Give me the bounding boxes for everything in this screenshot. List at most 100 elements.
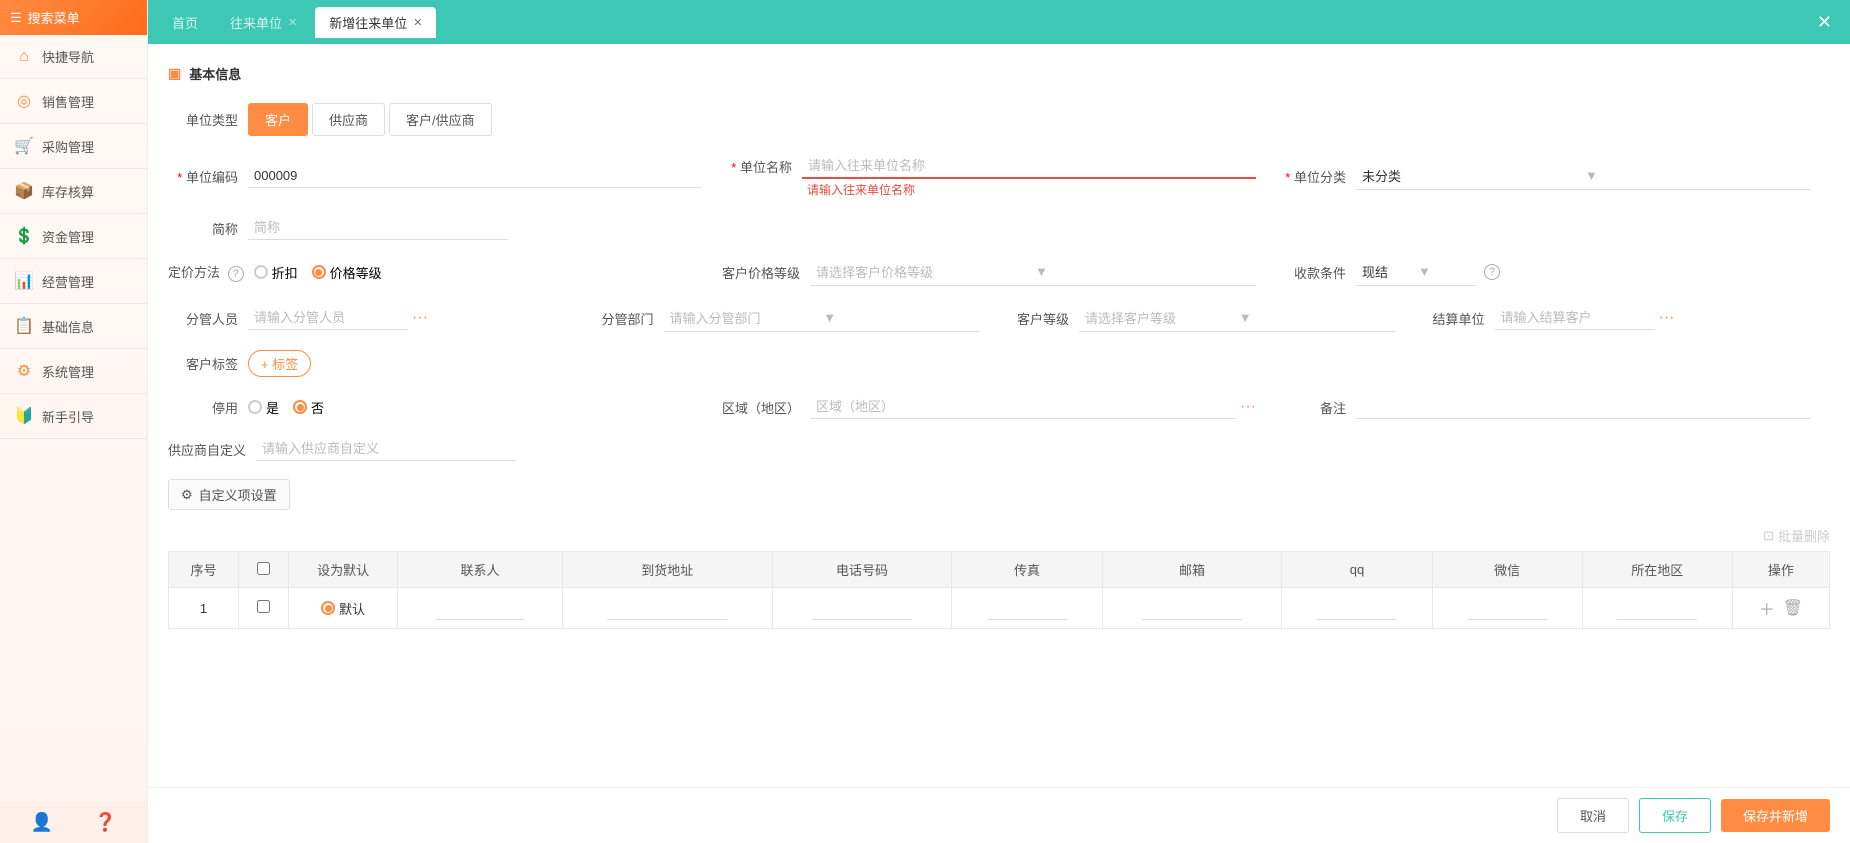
disable-no[interactable]: 否 [293,398,324,417]
unit-type-supplier[interactable]: 供应商 [312,103,385,136]
sidebar-item-inventory[interactable]: 📦 库存核算 [0,169,147,214]
purchase-icon: 🛒 [14,136,34,156]
save-button[interactable]: 保存 [1639,798,1711,833]
fax-input[interactable] [987,596,1067,620]
supplier-custom-label: 供应商自定义 [168,440,256,459]
supplier-custom-input[interactable] [256,437,516,461]
sidebar-user-icon[interactable]: 👤 [31,812,53,833]
dept-group: 分管部门 请输入分管部门 ▼ [584,304,1000,332]
sidebar-item-label: 销售管理 [42,92,94,111]
address-input[interactable] [607,596,727,620]
payment-select[interactable]: 现结 ▼ [1356,258,1476,286]
contact-input[interactable] [435,596,525,620]
manager-more-btn[interactable]: ··· [412,309,428,327]
section-title: 基本信息 [189,64,241,83]
settlement-more-btn[interactable]: ··· [1659,309,1675,327]
cancel-button[interactable]: 取消 [1557,798,1629,833]
row-address[interactable] [562,588,772,629]
abbr-input[interactable] [248,216,508,240]
row-region[interactable] [1582,588,1732,629]
price-level-label: 价格等级 [330,263,382,282]
region-input[interactable] [810,395,1236,419]
row-wechat[interactable] [1432,588,1582,629]
footer-bar: 取消 保存 保存并新增 [148,787,1850,843]
select-all-checkbox[interactable] [257,562,270,575]
dept-select[interactable]: 请输入分管部门 ▼ [664,304,980,332]
sidebar-item-guide[interactable]: 🔰 新手引导 [0,394,147,439]
add-row-btn[interactable]: ＋ [1759,596,1775,620]
tab-counterparty-close[interactable]: ✕ [288,16,297,29]
row-phone[interactable] [772,588,952,629]
unit-name-group: * 单位名称 请输入往来单位名称 [722,154,1276,198]
row-check[interactable] [238,588,289,629]
sidebar-item-basics[interactable]: 📋 基础信息 [0,304,147,349]
customer-level-select[interactable]: 请选择客户等级 ▼ [1079,304,1395,332]
form-content: ▣ 基本信息 单位类型 客户 供应商 客户/供应商 * 单位编码 [148,44,1850,787]
settlement-group: 结算单位 ··· [1415,304,1831,332]
pricing-price-level[interactable]: 价格等级 [312,263,382,282]
sidebar-item-label: 快捷导航 [42,47,94,66]
pricing-hint-icon[interactable]: ? [228,266,244,282]
tab-counterparty[interactable]: 往来单位 ✕ [216,7,311,38]
row-default-radio[interactable]: 默认 [299,599,387,618]
close-all-tabs[interactable]: ✕ [1809,8,1840,37]
unit-type-both[interactable]: 客户/供应商 [389,103,492,136]
tab-home[interactable]: 首页 [158,7,212,38]
sidebar-item-sales[interactable]: ◎ 销售管理 [0,79,147,124]
manager-input[interactable] [248,306,408,330]
col-check[interactable] [238,552,289,588]
sidebar-help-icon[interactable]: ❓ [94,812,116,833]
tab-new-counterparty[interactable]: 新增往来单位 ✕ [315,7,436,38]
customer-price-select[interactable]: 请选择客户价格等级 ▼ [810,258,1256,286]
sidebar-item-operations[interactable]: 📊 经营管理 [0,259,147,304]
delete-row-btn[interactable]: 🗑 [1783,598,1803,618]
default-label: 默认 [339,599,365,618]
unit-name-input[interactable] [802,154,1256,179]
row-contact[interactable] [397,588,562,629]
settlement-input[interactable] [1495,306,1655,330]
sidebar-item-finance[interactable]: 💲 资金管理 [0,214,147,259]
sidebar-item-system[interactable]: ⚙ 系统管理 [0,349,147,394]
add-tag-button[interactable]: + 标签 [248,350,311,377]
search-icon: ☰ [10,10,22,26]
row-fax[interactable] [952,588,1102,629]
pricing-discount[interactable]: 折扣 [254,263,298,282]
payment-hint-icon[interactable]: ? [1484,264,1500,280]
unit-type-customer[interactable]: 客户 [248,103,308,136]
region-col-input[interactable] [1617,596,1697,620]
pricing-label: 定价方法 ? [168,262,254,282]
sidebar-search[interactable]: ☰ 搜索菜单 [0,0,147,35]
region-more-btn[interactable]: ··· [1240,398,1256,416]
disable-label: 停用 [168,398,248,417]
row-email[interactable] [1102,588,1282,629]
customer-price-placeholder: 请选择客户价格等级 [816,262,1031,281]
save-new-button[interactable]: 保存并新增 [1721,799,1830,832]
chevron-down-icon5: ▼ [1239,310,1389,325]
unit-code-input[interactable] [248,164,702,188]
batch-delete-label[interactable]: 批量删除 [1778,526,1830,545]
tab-new-counterparty-close[interactable]: ✕ [413,16,422,29]
customer-level-group: 客户等级 请选择客户等级 ▼ [999,304,1415,332]
email-input[interactable] [1142,596,1242,620]
row-default: 默认 [289,588,398,629]
tab-bar: 首页 往来单位 ✕ 新增往来单位 ✕ ✕ [148,0,1850,44]
disable-yes[interactable]: 是 [248,398,279,417]
qq-input[interactable] [1317,596,1397,620]
sidebar-item-purchase[interactable]: 🛒 采购管理 [0,124,147,169]
custom-settings-label: 自定义项设置 [199,485,277,504]
row-qq[interactable] [1282,588,1432,629]
unit-type-buttons: 客户 供应商 客户/供应商 [248,103,492,136]
col-wechat: 微信 [1432,552,1582,588]
phone-input[interactable] [812,596,912,620]
row-checkbox[interactable] [257,600,270,613]
custom-settings-button[interactable]: ⚙ 自定义项设置 [168,479,290,510]
sales-icon: ◎ [14,91,34,111]
customer-level-label: 客户等级 [999,309,1079,328]
remark-input[interactable] [1356,395,1810,419]
sidebar-item-quick-nav[interactable]: ⌂ 快捷导航 [0,35,147,79]
unit-category-select[interactable]: 未分类 ▼ [1356,162,1810,190]
wechat-input[interactable] [1467,596,1547,620]
disable-no-radio [293,400,307,414]
disable-region-row: 停用 是 否 区域（地区） [168,395,1830,419]
sidebar-item-label: 采购管理 [42,137,94,156]
